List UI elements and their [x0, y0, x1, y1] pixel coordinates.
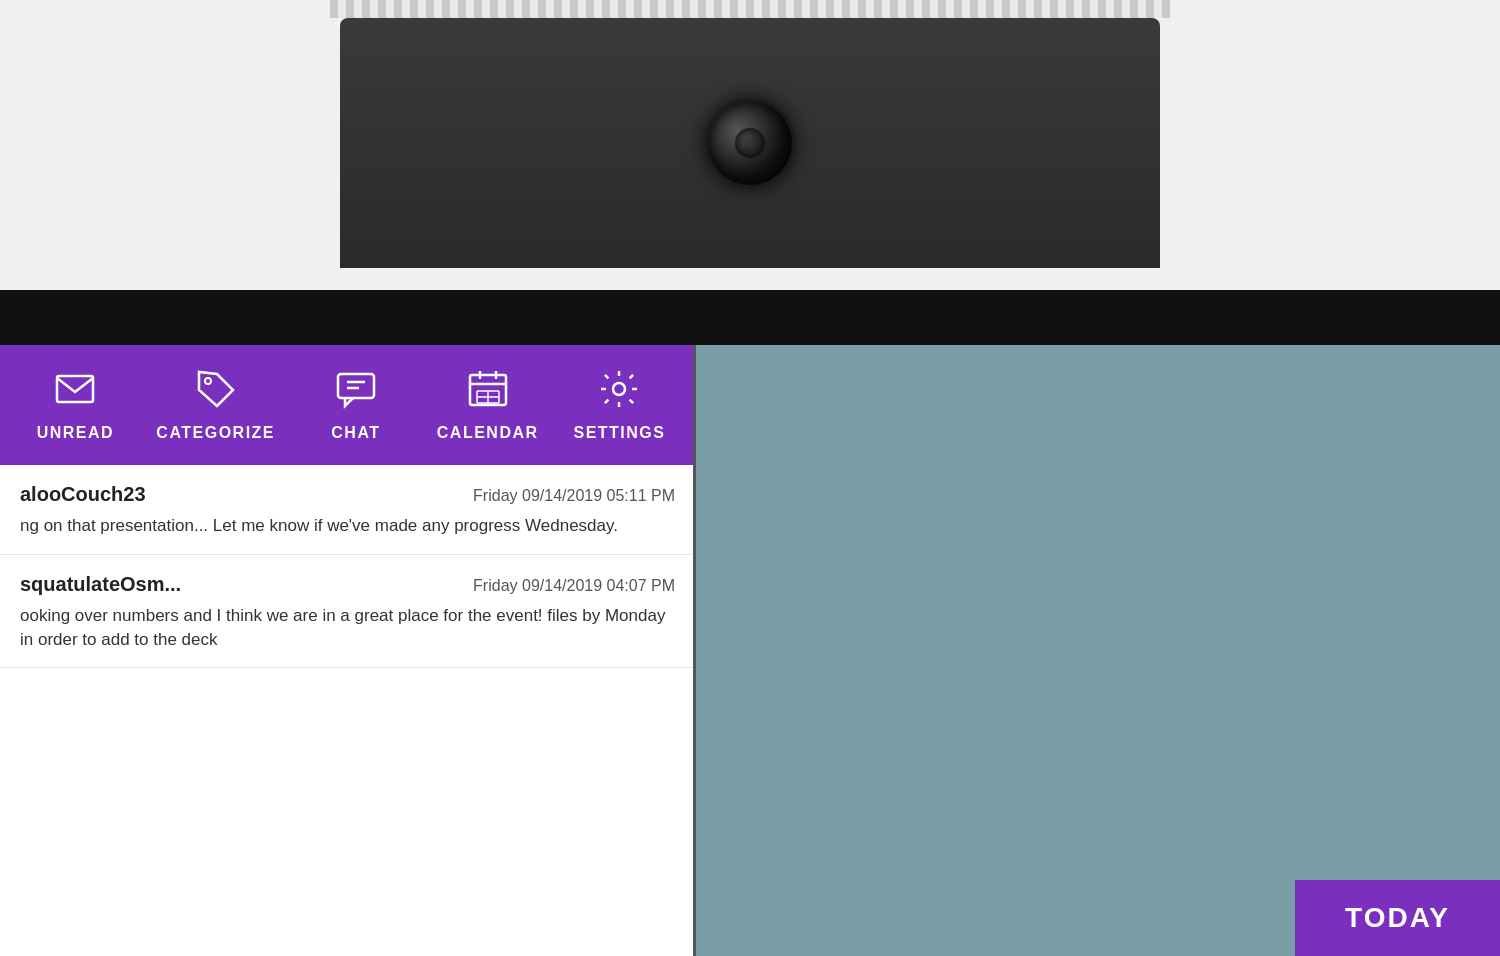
camera-lens: [705, 98, 795, 188]
minimize-button[interactable]: —: [540, 593, 558, 611]
window-controls: — ❐ ✕: [540, 593, 625, 611]
nav-item-unread[interactable]: UNREAD: [25, 368, 125, 442]
app-panel: UNREAD CATEGORIZE CHAT: [0, 345, 695, 956]
tag-icon: [195, 368, 237, 416]
svg-rect-0: [57, 376, 93, 402]
nav-label-chat: CHAT: [331, 424, 380, 442]
restore-button[interactable]: ❐: [576, 593, 592, 611]
message-header: alooCouch23 Friday 09/14/2019 05:11 PM: [20, 483, 675, 506]
panel-divider: [693, 345, 696, 956]
camera-inner-lens: [735, 128, 765, 158]
nav-item-categorize[interactable]: CATEGORIZE: [156, 368, 275, 442]
message-time: Friday 09/14/2019 05:11 PM: [473, 487, 675, 505]
svg-rect-2: [338, 374, 374, 398]
hardware-area: [0, 0, 1500, 290]
nav-item-calendar[interactable]: CALENDAR: [437, 368, 539, 442]
gear-icon: [598, 368, 640, 416]
nav-label-unread: UNREAD: [37, 424, 114, 442]
calendar-icon: [467, 368, 509, 416]
svg-point-1: [205, 378, 211, 384]
nav-item-chat[interactable]: CHAT: [306, 368, 406, 442]
right-panel: TODAY: [695, 345, 1500, 956]
title-bar: — ❐ ✕: [0, 290, 1500, 345]
device-body: [340, 18, 1160, 268]
sender-name: squatulateOsm...: [20, 573, 181, 596]
nav-label-settings: SETTINGS: [573, 424, 665, 442]
teeth-strip: [330, 0, 1170, 18]
message-list: alooCouch23 Friday 09/14/2019 05:11 PM n…: [0, 465, 695, 668]
svg-point-15: [613, 383, 625, 395]
nav-label-calendar: CALENDAR: [437, 424, 539, 442]
nav-item-settings[interactable]: SETTINGS: [569, 368, 669, 442]
mail-icon: [54, 368, 96, 416]
chat-icon: [335, 368, 377, 416]
message-preview: ng on that presentation... Let me know i…: [20, 514, 675, 538]
sender-name: alooCouch23: [20, 483, 146, 506]
nav-bar: UNREAD CATEGORIZE CHAT: [0, 345, 695, 465]
message-item[interactable]: alooCouch23 Friday 09/14/2019 05:11 PM n…: [0, 465, 695, 555]
today-button[interactable]: TODAY: [1295, 880, 1500, 956]
nav-label-categorize: CATEGORIZE: [156, 424, 275, 442]
close-button[interactable]: ✕: [610, 593, 625, 611]
